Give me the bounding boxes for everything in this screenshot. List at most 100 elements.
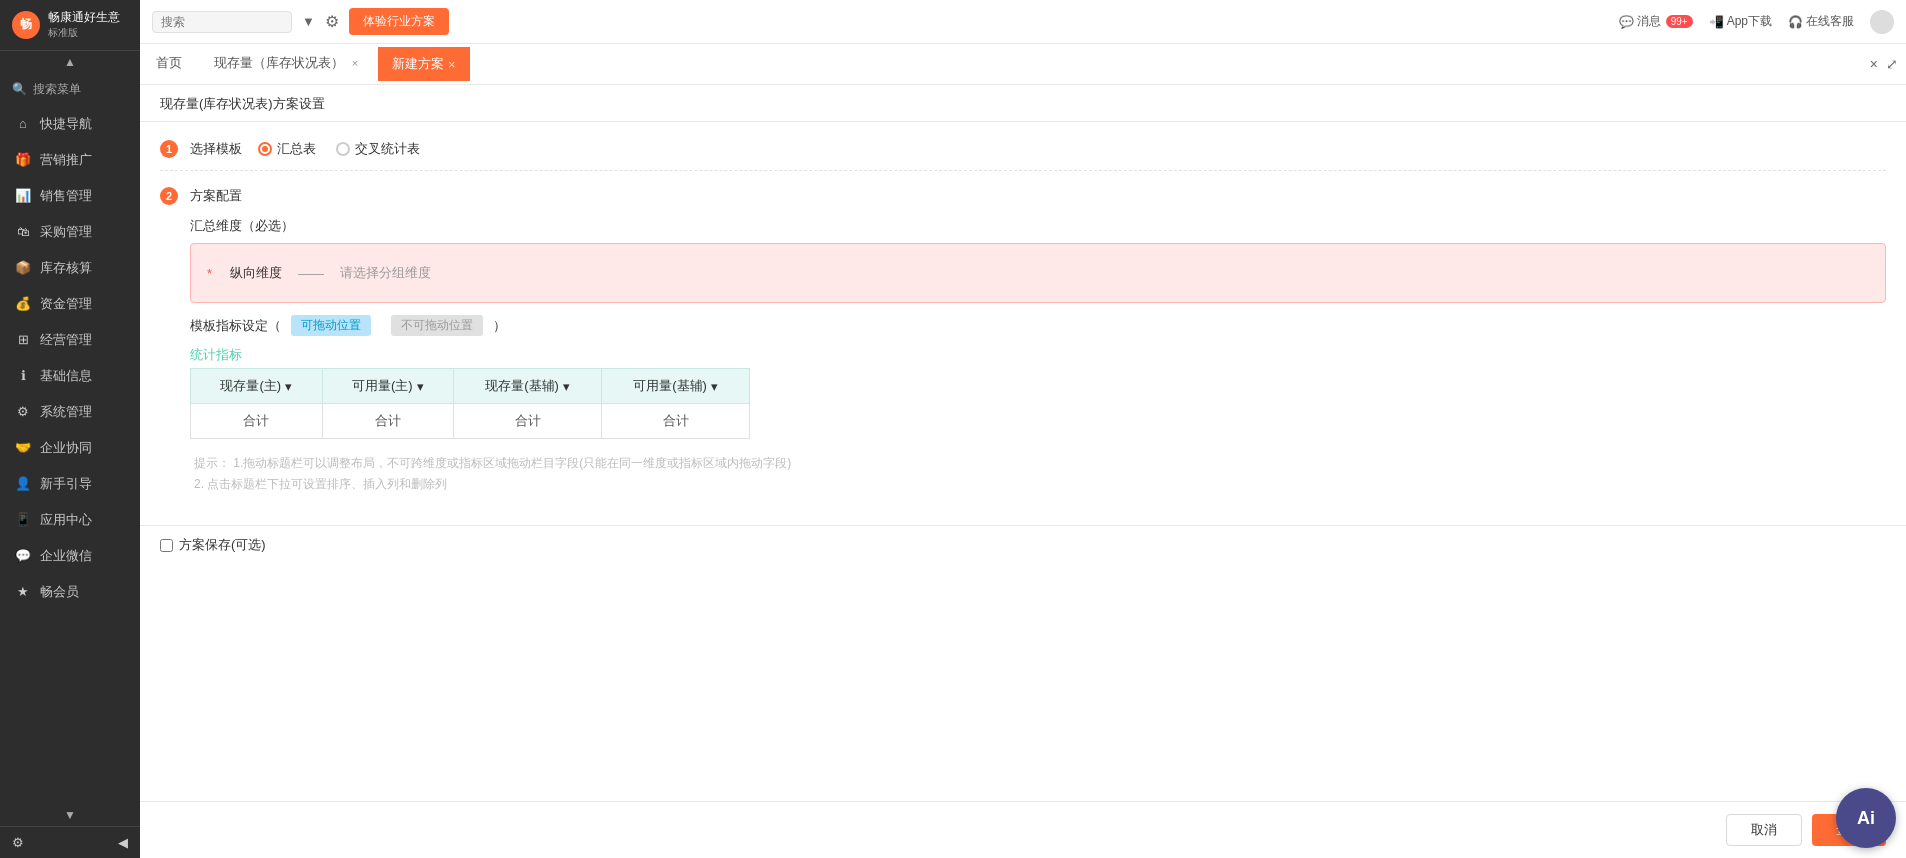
header-dropdown-icon[interactable]: ▼: [302, 14, 315, 29]
top-search-input[interactable]: [152, 11, 292, 33]
wechat-icon: 💬: [14, 547, 32, 565]
tip-1: 提示： 1.拖动标题栏可以调整布局，不可跨维度或指标区域拖动栏目字段(只能在同一…: [194, 455, 1882, 472]
sidebar-item-system[interactable]: ⚙ 系统管理: [0, 394, 140, 430]
col-dropdown-1[interactable]: ▾: [417, 379, 424, 394]
radio-summary-circle: [258, 142, 272, 156]
main-area: ▼ ⚙ 体验行业方案 💬 消息 99+ 📲 App下载 🎧 在线客服 首页: [140, 0, 1906, 858]
user-avatar-section[interactable]: [1870, 10, 1894, 34]
non-draggable-tag: 不可拖动位置: [391, 315, 483, 336]
tab-inventory-status[interactable]: 现存量（库存状况表） ×: [198, 44, 378, 84]
template-radio-group: 汇总表 交叉统计表: [258, 140, 420, 158]
footer-bar: 取消 查询: [140, 801, 1906, 858]
cell-summary-1: 合计: [322, 404, 454, 439]
stat-table: 现存量(主) ▾ 可用量(主) ▾: [190, 368, 750, 439]
save-label: 方案保存(可选): [179, 536, 266, 554]
step1-section: 1 选择模板 汇总表 交叉统计表: [140, 122, 1906, 515]
sidebar-item-inventory[interactable]: 📦 库存核算: [0, 250, 140, 286]
dimension-name: 纵向维度: [230, 264, 282, 282]
cell-summary-3: 合计: [602, 404, 750, 439]
tab-close-new-plan[interactable]: ×: [448, 57, 456, 72]
apps-icon: 📱: [14, 511, 32, 529]
tips-section: 提示： 1.拖动标题栏可以调整布局，不可跨维度或指标区域拖动栏目字段(只能在同一…: [190, 455, 1886, 493]
sidebar-item-coop[interactable]: 🤝 企业协同: [0, 430, 140, 466]
sidebar-logo: 畅 畅康通好生意 标准版: [0, 0, 140, 51]
handshake-icon: 🤝: [14, 439, 32, 457]
avatar: [1870, 10, 1894, 34]
step2-badge: 2: [160, 187, 178, 205]
tip-2: 2. 点击标题栏下拉可设置排序、插入列和删除列: [194, 476, 1882, 493]
ai-bubble[interactable]: Ai: [1836, 788, 1896, 848]
grid-icon: ⊞: [14, 331, 32, 349]
header-gear-icon[interactable]: ⚙: [325, 12, 339, 31]
search-menu[interactable]: 🔍 搜索菜单: [0, 73, 140, 106]
settings-icon[interactable]: ⚙: [12, 835, 24, 850]
dimension-dash: ——: [298, 266, 324, 281]
messages-section[interactable]: 💬 消息 99+: [1619, 13, 1693, 30]
dimension-required-mark: *: [207, 266, 212, 281]
sidebar-bottom: ⚙ ◀: [0, 826, 140, 858]
indicator-settings-label: 模板指标设定（: [190, 317, 281, 335]
col-header-1[interactable]: 可用量(主) ▾: [322, 369, 454, 404]
logo-icon: 畅: [12, 11, 40, 39]
sidebar-item-appstore[interactable]: 📱 应用中心: [0, 502, 140, 538]
tab-bar: 首页 现存量（库存状况表） × 新建方案 × × ⤢: [140, 44, 1906, 85]
dimension-area[interactable]: * 纵向维度 —— 请选择分组维度: [190, 243, 1886, 303]
app-name: 畅康通好生意: [48, 10, 120, 26]
content-area: 现存量(库存状况表)方案设置 1 选择模板 汇总表 交叉统计表: [140, 85, 1906, 801]
cell-summary-2: 合计: [454, 404, 602, 439]
col-header-0[interactable]: 现存量(主) ▾: [191, 369, 323, 404]
home-icon: ⌂: [14, 115, 32, 133]
sidebar-item-wechat[interactable]: 💬 企业微信: [0, 538, 140, 574]
table-row: 合计 合计 合计 合计: [191, 404, 750, 439]
step2-label: 方案配置: [190, 187, 242, 205]
table-section: 统计指标 现存量(主) ▾: [190, 346, 1886, 439]
messages-badge: 99+: [1666, 15, 1693, 28]
sidebar-item-basic[interactable]: ℹ 基础信息: [0, 358, 140, 394]
sidebar-item-guide[interactable]: 👤 新手引导: [0, 466, 140, 502]
sidebar-item-sales[interactable]: 📊 销售管理: [0, 178, 140, 214]
app-download-section[interactable]: 📲 App下载: [1709, 13, 1772, 30]
cancel-button[interactable]: 取消: [1726, 814, 1802, 846]
col-dropdown-3[interactable]: ▾: [711, 379, 718, 394]
vip-icon: ★: [14, 583, 32, 601]
info-icon: ℹ: [14, 367, 32, 385]
save-option-row: 方案保存(可选): [140, 525, 1906, 564]
tab-expand-icon[interactable]: ⤢: [1886, 56, 1898, 72]
radio-crosstab-circle: [336, 142, 350, 156]
radio-summary[interactable]: 汇总表: [258, 140, 316, 158]
headset-icon: 🎧: [1788, 15, 1803, 29]
tab-new-plan[interactable]: 新建方案 ×: [378, 47, 470, 81]
col-header-3[interactable]: 可用量(基辅) ▾: [602, 369, 750, 404]
trial-button[interactable]: 体验行业方案: [349, 8, 449, 35]
sidebar-item-quick-nav[interactable]: ⌂ 快捷导航: [0, 106, 140, 142]
app-edition: 标准版: [48, 26, 120, 40]
indicator-settings-row: 模板指标设定（ 可拖动位置 不可拖动位置 ）: [190, 315, 1886, 336]
sidebar-scroll-up[interactable]: ▲: [0, 51, 140, 73]
sidebar-item-operation[interactable]: ⊞ 经营管理: [0, 322, 140, 358]
save-checkbox[interactable]: [160, 539, 173, 552]
col-dropdown-0[interactable]: ▾: [285, 379, 292, 394]
sidebar-item-marketing[interactable]: 🎁 营销推广: [0, 142, 140, 178]
col-dropdown-2[interactable]: ▾: [563, 379, 570, 394]
download-icon: 📲: [1709, 15, 1724, 29]
sidebar-scroll-down[interactable]: ▼: [0, 804, 140, 826]
draggable-tag: 可拖动位置: [291, 315, 371, 336]
dimension-placeholder: 请选择分组维度: [340, 264, 431, 282]
step1-label: 选择模板: [190, 140, 242, 158]
sidebar-item-member[interactable]: ★ 畅会员: [0, 574, 140, 610]
tab-close-inventory[interactable]: ×: [348, 56, 362, 70]
gear-icon: ⚙: [14, 403, 32, 421]
sidebar-item-finance[interactable]: 💰 资金管理: [0, 286, 140, 322]
user-plus-icon: 👤: [14, 475, 32, 493]
radio-crosstab[interactable]: 交叉统计表: [336, 140, 420, 158]
tab-close-all-icon[interactable]: ×: [1870, 56, 1878, 72]
sidebar: 畅 畅康通好生意 标准版 ▲ 🔍 搜索菜单 ⌂ 快捷导航 🎁 营销推广 📊 销售…: [0, 0, 140, 858]
customer-service-section[interactable]: 🎧 在线客服: [1788, 13, 1854, 30]
col-header-2[interactable]: 现存量(基辅) ▾: [454, 369, 602, 404]
sidebar-nav: 🔍 搜索菜单 ⌂ 快捷导航 🎁 营销推广 📊 销售管理 🛍 采购管理 📦 库存核…: [0, 73, 140, 804]
tab-home[interactable]: 首页: [140, 44, 198, 84]
chart-icon: 📊: [14, 187, 32, 205]
sidebar-item-purchase[interactable]: 🛍 采购管理: [0, 214, 140, 250]
box-icon: 📦: [14, 259, 32, 277]
collapse-icon[interactable]: ◀: [118, 835, 128, 850]
